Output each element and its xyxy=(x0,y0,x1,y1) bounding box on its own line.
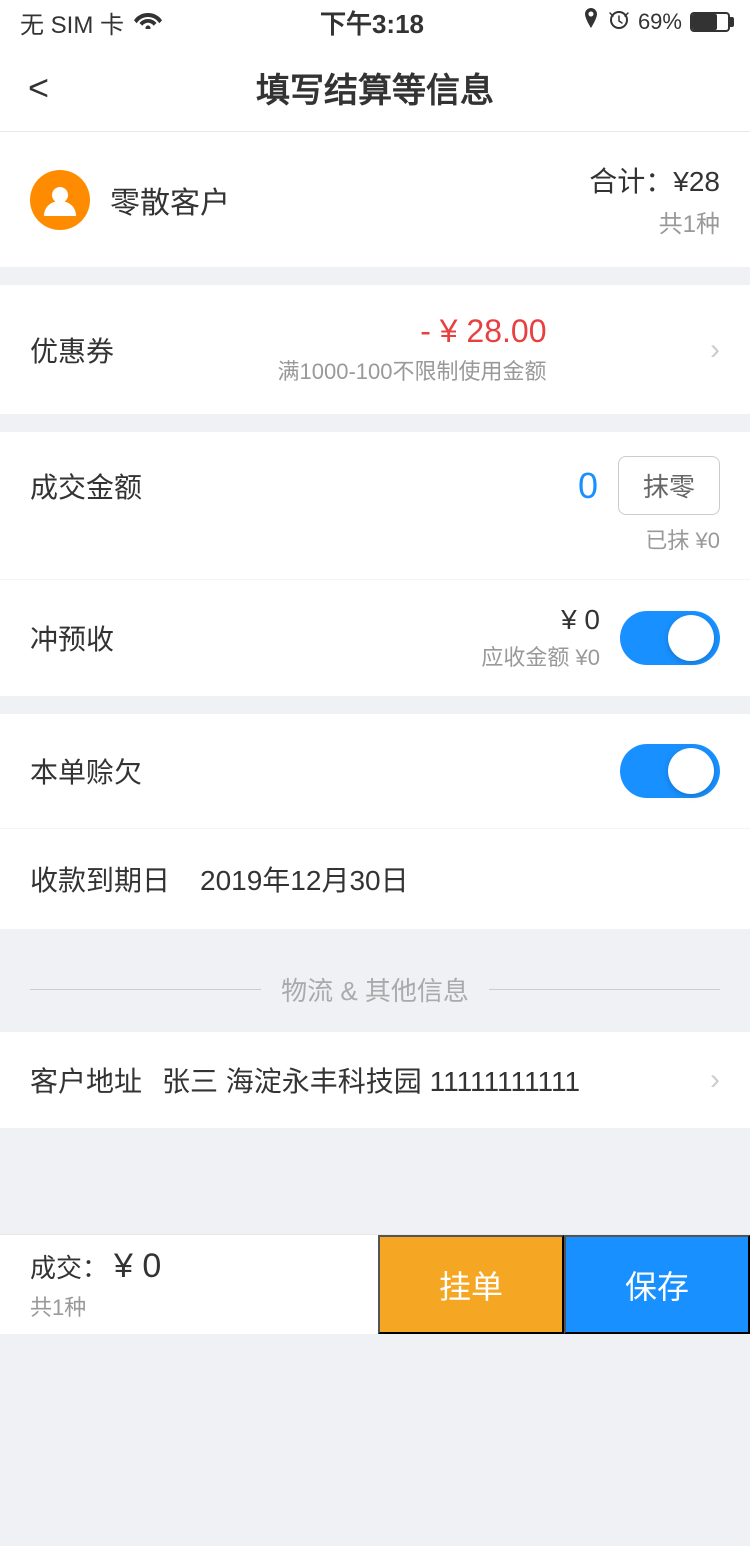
advance-toggle[interactable] xyxy=(620,611,720,665)
advance-value-block: ¥ 0 应收金额 ¥0 xyxy=(481,604,600,672)
logistics-text: 物流 & 其他信息 xyxy=(281,971,469,1008)
advance-sub: 应收金额 ¥0 xyxy=(481,640,600,672)
transaction-section: 成交金额 0 抹零 已抹 ¥0 冲预收 ¥ 0 应收金额 ¥0 xyxy=(0,432,750,696)
duedate-label: 收款到期日 xyxy=(30,859,170,899)
advance-section: 冲预收 ¥ 0 应收金额 ¥0 xyxy=(0,579,750,696)
customer-section: 零散客户 合计：¥28 共1种 xyxy=(0,132,750,267)
debt-label: 本单赊欠 xyxy=(30,751,142,791)
page-title: 填写结算等信息 xyxy=(256,63,494,112)
avatar xyxy=(30,170,90,230)
coupon-discount: - ¥ 28.00 xyxy=(278,313,547,350)
summary-label: 成交： xyxy=(30,1248,108,1285)
transaction-amount-row: 成交金额 0 抹零 已抹 ¥0 xyxy=(0,432,750,579)
debt-toggle[interactable] xyxy=(620,744,720,798)
address-chevron: › xyxy=(710,1063,720,1097)
hang-button[interactable]: 挂单 xyxy=(378,1235,564,1334)
address-section[interactable]: 客户地址 张三 海淀永丰科技园 11111111111 › xyxy=(0,1032,750,1128)
status-time: 下午3:18 xyxy=(320,4,424,41)
duedate-row: 收款到期日 2019年12月30日 xyxy=(30,859,720,899)
network-label: 无 SIM 卡 xyxy=(20,5,124,40)
customer-name: 零散客户 xyxy=(110,178,230,222)
address-row[interactable]: 客户地址 张三 海淀永丰科技园 11111111111 › xyxy=(0,1032,750,1128)
transaction-row: 成交金额 0 抹零 xyxy=(30,456,720,515)
round-button[interactable]: 抹零 xyxy=(618,456,720,515)
debt-toggle-knob xyxy=(668,748,714,794)
location-icon xyxy=(582,8,600,36)
advance-value: ¥ 0 xyxy=(481,604,600,636)
summary-amount: ¥ 0 xyxy=(114,1247,161,1286)
customer-total: 合计：¥28 xyxy=(589,160,720,200)
nav-bar: < 填写结算等信息 xyxy=(0,44,750,132)
transaction-label: 成交金额 xyxy=(30,466,142,506)
coupon-row[interactable]: 优惠券 - ¥ 28.00 满1000-100不限制使用金额 › xyxy=(0,285,750,414)
debt-row: 本单赊欠 xyxy=(0,714,750,828)
coupon-section[interactable]: 优惠券 - ¥ 28.00 满1000-100不限制使用金额 › xyxy=(0,285,750,414)
coupon-label: 优惠券 xyxy=(30,330,114,370)
bottom-bar: 成交： ¥ 0 共1种 挂单 保存 xyxy=(0,1234,750,1334)
advance-label: 冲预收 xyxy=(30,618,114,658)
customer-right: 合计：¥28 共1种 xyxy=(589,160,720,239)
coupon-chevron: › xyxy=(710,333,720,367)
customer-row: 零散客户 合计：¥28 共1种 xyxy=(0,132,750,267)
battery-icon xyxy=(690,12,730,32)
coupon-subtext: 满1000-100不限制使用金额 xyxy=(278,354,547,386)
transaction-value: 0 xyxy=(578,465,598,507)
address-value: 张三 海淀永丰科技园 11111111111 xyxy=(162,1060,710,1100)
debt-section: 本单赊欠 收款到期日 2019年12月30日 xyxy=(0,714,750,929)
duedate-value: 2019年12月30日 xyxy=(200,859,409,899)
save-button[interactable]: 保存 xyxy=(564,1235,750,1334)
coupon-right: - ¥ 28.00 满1000-100不限制使用金额 xyxy=(278,313,547,386)
transaction-sub: 已抹 ¥0 xyxy=(30,523,720,555)
wifi-icon xyxy=(134,8,162,36)
customer-left: 零散客户 xyxy=(30,170,230,230)
duedate-section: 收款到期日 2019年12月30日 xyxy=(0,828,750,929)
toggle-knob xyxy=(668,615,714,661)
logistics-section: 物流 & 其他信息 xyxy=(0,947,750,1032)
transaction-right: 0 抹零 xyxy=(578,456,720,515)
status-right: 69% xyxy=(582,8,730,36)
status-left: 无 SIM 卡 xyxy=(20,5,162,40)
summary-count: 共1种 xyxy=(30,1290,348,1322)
status-bar: 无 SIM 卡 下午3:18 69% xyxy=(0,0,750,44)
bottom-summary: 成交： ¥ 0 共1种 xyxy=(0,1235,378,1334)
logistics-line-left xyxy=(30,989,261,990)
advance-row: 冲预收 ¥ 0 应收金额 ¥0 xyxy=(30,604,720,672)
customer-count: 共1种 xyxy=(589,204,720,239)
address-label: 客户地址 xyxy=(30,1060,142,1100)
back-button[interactable]: < xyxy=(28,67,49,109)
battery-percent: 69% xyxy=(638,9,682,35)
advance-right: ¥ 0 应收金额 ¥0 xyxy=(481,604,720,672)
logistics-line-right xyxy=(489,989,720,990)
alarm-icon xyxy=(608,8,630,36)
